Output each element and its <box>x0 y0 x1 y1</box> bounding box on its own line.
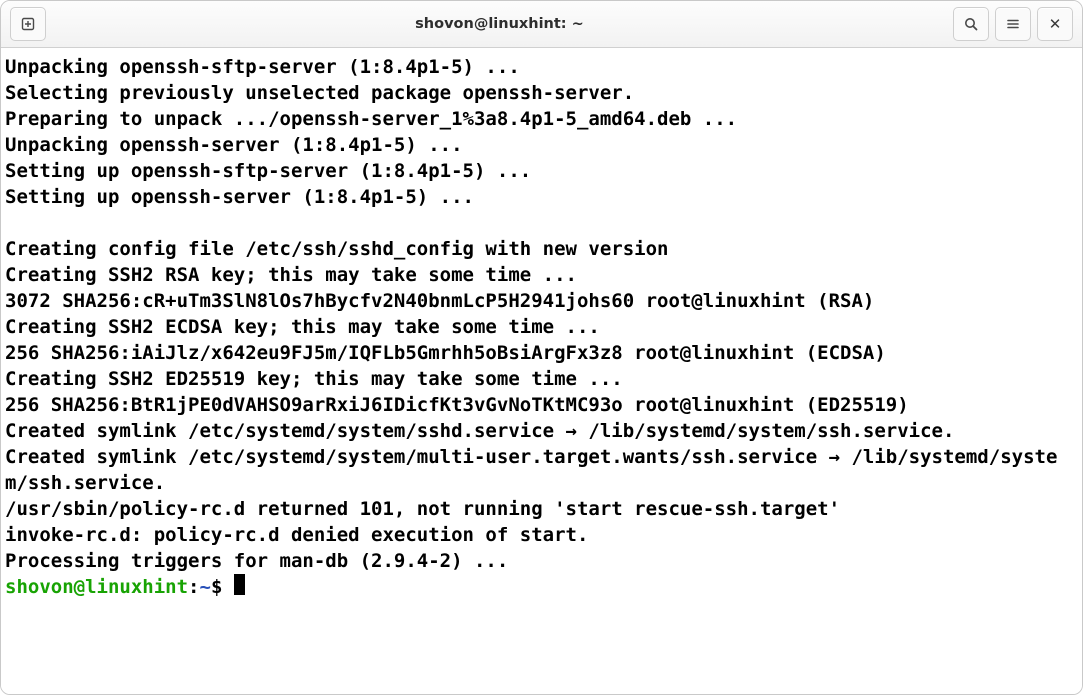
prompt-separator: : <box>188 576 199 598</box>
terminal-text: Unpacking openssh-sftp-server (1:8.4p1-5… <box>5 56 1057 572</box>
new-tab-button[interactable] <box>10 7 46 41</box>
prompt-user-host: shovon@linuxhint <box>5 576 188 598</box>
new-tab-icon <box>20 16 36 32</box>
window-title: shovon@linuxhint: ~ <box>49 16 950 32</box>
search-button[interactable] <box>953 7 989 41</box>
prompt-path: ~ <box>199 576 210 598</box>
cursor <box>234 574 245 595</box>
prompt-symbol: $ <box>211 576 222 598</box>
titlebar: shovon@linuxhint: ~ ✕ <box>1 1 1082 48</box>
menu-button[interactable] <box>995 7 1031 41</box>
close-icon: ✕ <box>1049 17 1062 32</box>
search-icon <box>963 16 979 32</box>
close-button[interactable]: ✕ <box>1037 7 1073 41</box>
hamburger-icon <box>1005 16 1021 32</box>
terminal-window: shovon@linuxhint: ~ ✕ Unpacking openssh-… <box>0 0 1083 695</box>
terminal-output[interactable]: Unpacking openssh-sftp-server (1:8.4p1-5… <box>1 48 1082 694</box>
